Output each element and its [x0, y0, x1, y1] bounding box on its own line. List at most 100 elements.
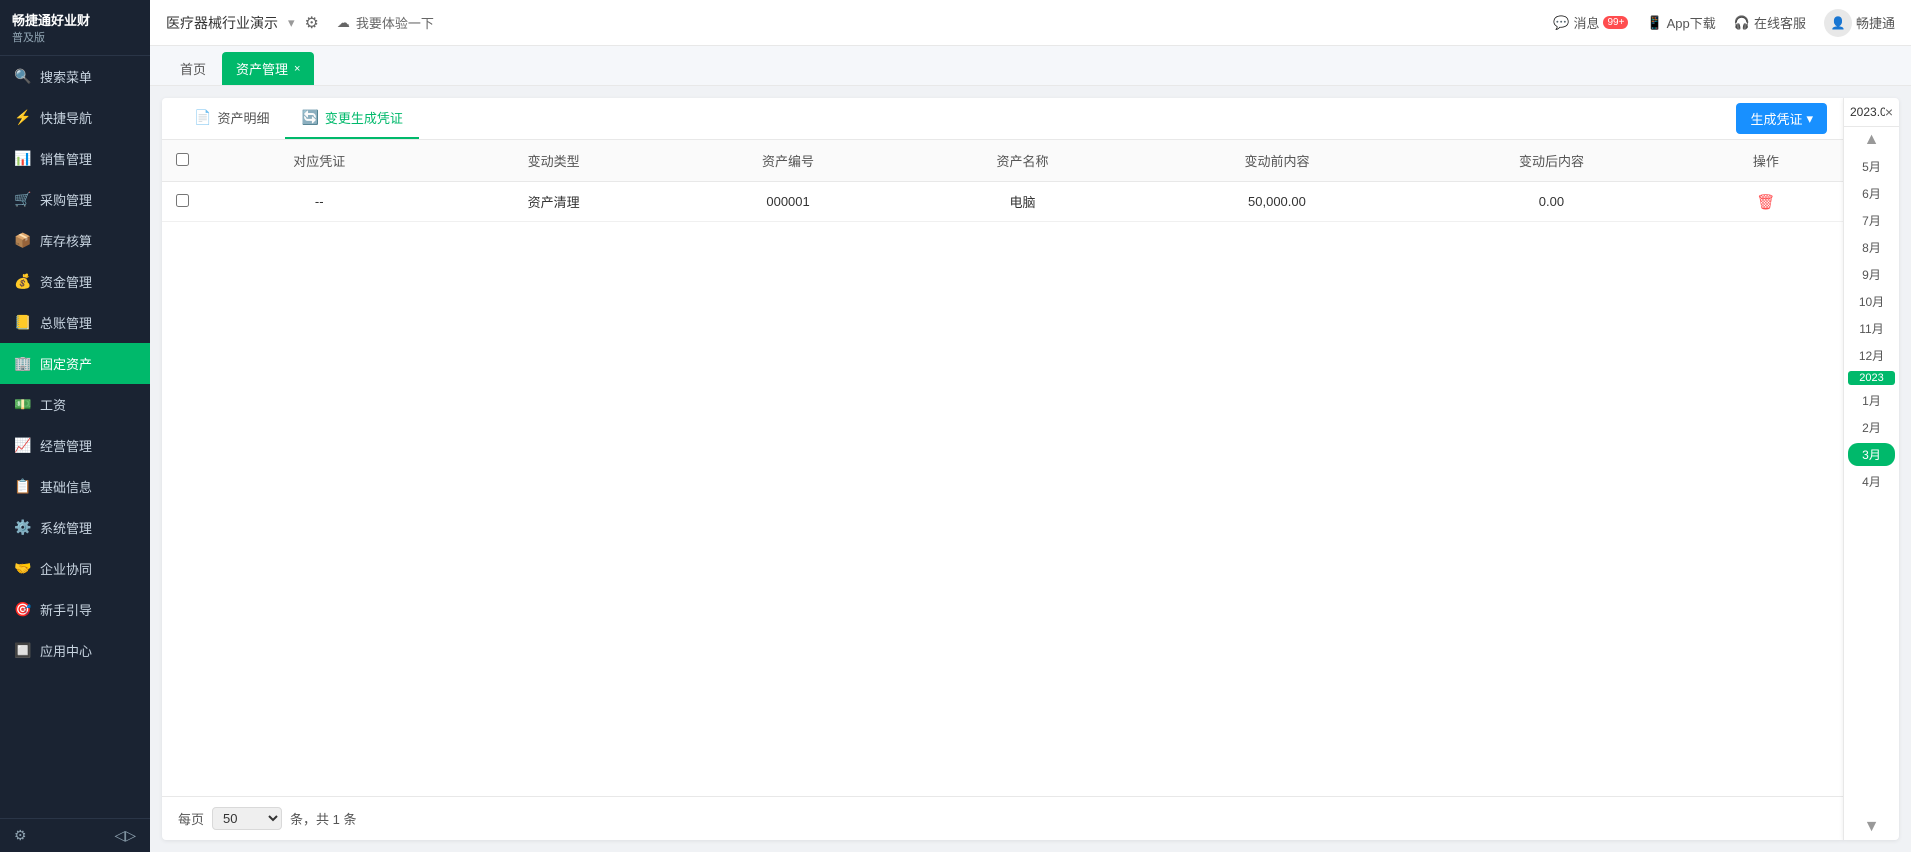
- sidebar-item-inventory[interactable]: 📦 库存核算: [0, 220, 150, 261]
- timeline-nav-up[interactable]: ▲: [1844, 127, 1899, 153]
- subtab-asset-detail[interactable]: 📄 资产明细: [178, 98, 285, 139]
- timeline-month[interactable]: 9月: [1844, 261, 1899, 288]
- sidebar-item-app-center[interactable]: 🔲 应用中心: [0, 630, 150, 671]
- sidebar-item-search[interactable]: 🔍 搜索菜单: [0, 56, 150, 97]
- tabbar: 首页资产管理×: [150, 46, 1911, 86]
- tab-close-icon[interactable]: ×: [294, 63, 300, 75]
- timeline-month[interactable]: 2月: [1844, 414, 1899, 441]
- settings-icon[interactable]: ⚙: [14, 827, 27, 844]
- sidebar-item-purchase[interactable]: 🛒 采购管理: [0, 179, 150, 220]
- timeline-month[interactable]: 10月: [1844, 288, 1899, 315]
- user-area[interactable]: 👤 畅捷通: [1824, 9, 1895, 37]
- download-icon: 📱: [1646, 15, 1662, 31]
- timeline-month[interactable]: 12月: [1844, 342, 1899, 369]
- row-voucher: --: [202, 182, 436, 222]
- customer-service-btn[interactable]: 🎧 在线客服: [1734, 13, 1806, 32]
- table-row: -- 资产清理 000001 电脑 50,000.00 0.00 🗑: [162, 182, 1843, 222]
- sidebar-item-label: 资金管理: [40, 272, 92, 291]
- sidebar-item-fixed-assets[interactable]: 🏢 固定资产: [0, 343, 150, 384]
- quick-nav-icon: ⚡: [14, 109, 32, 127]
- chevron-down-icon: ▼: [1864, 818, 1880, 836]
- col-header-before-change: 变动前内容: [1140, 140, 1415, 182]
- finance-icon: 💰: [14, 273, 32, 291]
- subtab-label: 资产明细: [217, 108, 269, 127]
- per-page-label: 每页: [178, 809, 204, 828]
- sidebar-item-label: 企业协同: [40, 559, 92, 578]
- app-download-btn[interactable]: 📱 App下载: [1646, 13, 1715, 32]
- sidebar-item-label: 应用中心: [40, 641, 92, 660]
- sidebar-item-system[interactable]: ⚙️ 系统管理: [0, 507, 150, 548]
- service-icon: 🎧: [1734, 15, 1750, 31]
- content-main: 📄资产明细🔄变更生成凭证生成凭证▾ 对应凭证变动类型资产编号资产名称变动前内容变…: [162, 98, 1843, 840]
- generate-btn-label: 生成凭证: [1750, 109, 1802, 128]
- sales-icon: 📊: [14, 150, 32, 168]
- fixed-assets-icon: 🏢: [14, 355, 32, 373]
- select-all-checkbox[interactable]: [176, 153, 189, 166]
- sidebar-item-enterprise[interactable]: 🤝 企业协同: [0, 548, 150, 589]
- sidebar-item-label: 销售管理: [40, 149, 92, 168]
- generate-voucher-button[interactable]: 生成凭证▾: [1736, 103, 1827, 134]
- sidebar-bottom: ⚙ ◁▷: [0, 818, 150, 852]
- message-label: 消息: [1573, 13, 1599, 32]
- timeline-month[interactable]: 6月: [1844, 180, 1899, 207]
- close-icon[interactable]: ×: [1885, 104, 1893, 120]
- customer-service-label: 在线客服: [1754, 13, 1806, 32]
- subtab-change-voucher[interactable]: 🔄变更生成凭证: [285, 98, 418, 139]
- sidebar-item-label: 总账管理: [40, 313, 92, 332]
- delete-icon[interactable]: 🗑: [1756, 194, 1775, 211]
- col-header-voucher: 对应凭证: [202, 140, 436, 182]
- operations-icon: 📈: [14, 437, 32, 455]
- pagination: 每页 102050100 条，共 1 条: [162, 796, 1843, 840]
- avatar: 👤: [1824, 9, 1852, 37]
- timeline-month[interactable]: 1月: [1844, 387, 1899, 414]
- col-header-asset-name: 资产名称: [905, 140, 1139, 182]
- dropdown-arrow-icon: ▾: [1806, 111, 1813, 127]
- message-btn[interactable]: 💬 消息 99+: [1553, 13, 1628, 32]
- message-badge: 99+: [1603, 16, 1628, 29]
- enterprise-icon: 🤝: [14, 560, 32, 578]
- message-icon: 💬: [1553, 15, 1569, 31]
- timeline-nav-down[interactable]: ▼: [1844, 814, 1899, 840]
- sidebar-item-guide[interactable]: 🎯 新手引导: [0, 589, 150, 630]
- subtab-label: 变更生成凭证: [325, 108, 403, 127]
- timeline-month[interactable]: 11月: [1844, 315, 1899, 342]
- timeline-month[interactable]: 3月: [1848, 443, 1895, 466]
- sidebar-item-finance[interactable]: 💰 资金管理: [0, 261, 150, 302]
- per-page-select[interactable]: 102050100: [212, 807, 282, 830]
- sidebar-item-sales[interactable]: 📊 销售管理: [0, 138, 150, 179]
- timeline-panel-header: 2023.03 ×: [1844, 98, 1899, 127]
- tab-home[interactable]: 首页: [166, 52, 220, 85]
- experience-btn[interactable]: ☁ 我要体验一下: [337, 13, 434, 32]
- col-header-after-change: 变动后内容: [1414, 140, 1689, 182]
- cloud-icon: ☁: [337, 15, 350, 31]
- row-checkbox-cell[interactable]: [162, 182, 202, 222]
- topbar: 医疗器械行业演示 ▾ ⚙ ☁ 我要体验一下 💬 消息 99+ 📱 App下载 🎧…: [150, 0, 1911, 46]
- sidebar-item-label: 系统管理: [40, 518, 92, 537]
- app-download-label: App下载: [1667, 13, 1716, 32]
- row-checkbox[interactable]: [176, 194, 189, 207]
- sidebar-item-quick-nav[interactable]: ⚡ 快捷导航: [0, 97, 150, 138]
- col-header-operation: 操作: [1689, 140, 1843, 182]
- timeline-month[interactable]: 5月: [1844, 153, 1899, 180]
- gear-icon[interactable]: ⚙: [305, 13, 319, 33]
- sidebar-item-basic-info[interactable]: 📋 基础信息: [0, 466, 150, 507]
- asset-detail-icon: 📄: [194, 109, 211, 126]
- sidebar-item-label: 基础信息: [40, 477, 92, 496]
- total-info: 条，共 1 条: [290, 809, 356, 828]
- timeline-year-badge: 2023: [1848, 371, 1895, 385]
- collapse-icon[interactable]: ◁▷: [114, 827, 136, 844]
- timeline-title: 2023.03: [1850, 105, 1885, 119]
- timeline-month[interactable]: 4月: [1844, 468, 1899, 495]
- sidebar-item-ledger[interactable]: 📒 总账管理: [0, 302, 150, 343]
- timeline-month[interactable]: 7月: [1844, 207, 1899, 234]
- tab-asset-mgmt[interactable]: 资产管理×: [222, 52, 314, 85]
- sidebar-item-payroll[interactable]: 💵 工资: [0, 384, 150, 425]
- timeline-scroll[interactable]: 5月6月7月8月9月10月11月12月 2023 1月2月3月4月: [1844, 153, 1899, 814]
- search-icon: 🔍: [14, 68, 32, 86]
- sidebar-item-operations[interactable]: 📈 经营管理: [0, 425, 150, 466]
- dropdown-icon[interactable]: ▾: [288, 15, 295, 31]
- chevron-up-icon: ▲: [1864, 131, 1880, 149]
- timeline-month[interactable]: 8月: [1844, 234, 1899, 261]
- inventory-icon: 📦: [14, 232, 32, 250]
- row-operation[interactable]: 🗑: [1689, 182, 1843, 222]
